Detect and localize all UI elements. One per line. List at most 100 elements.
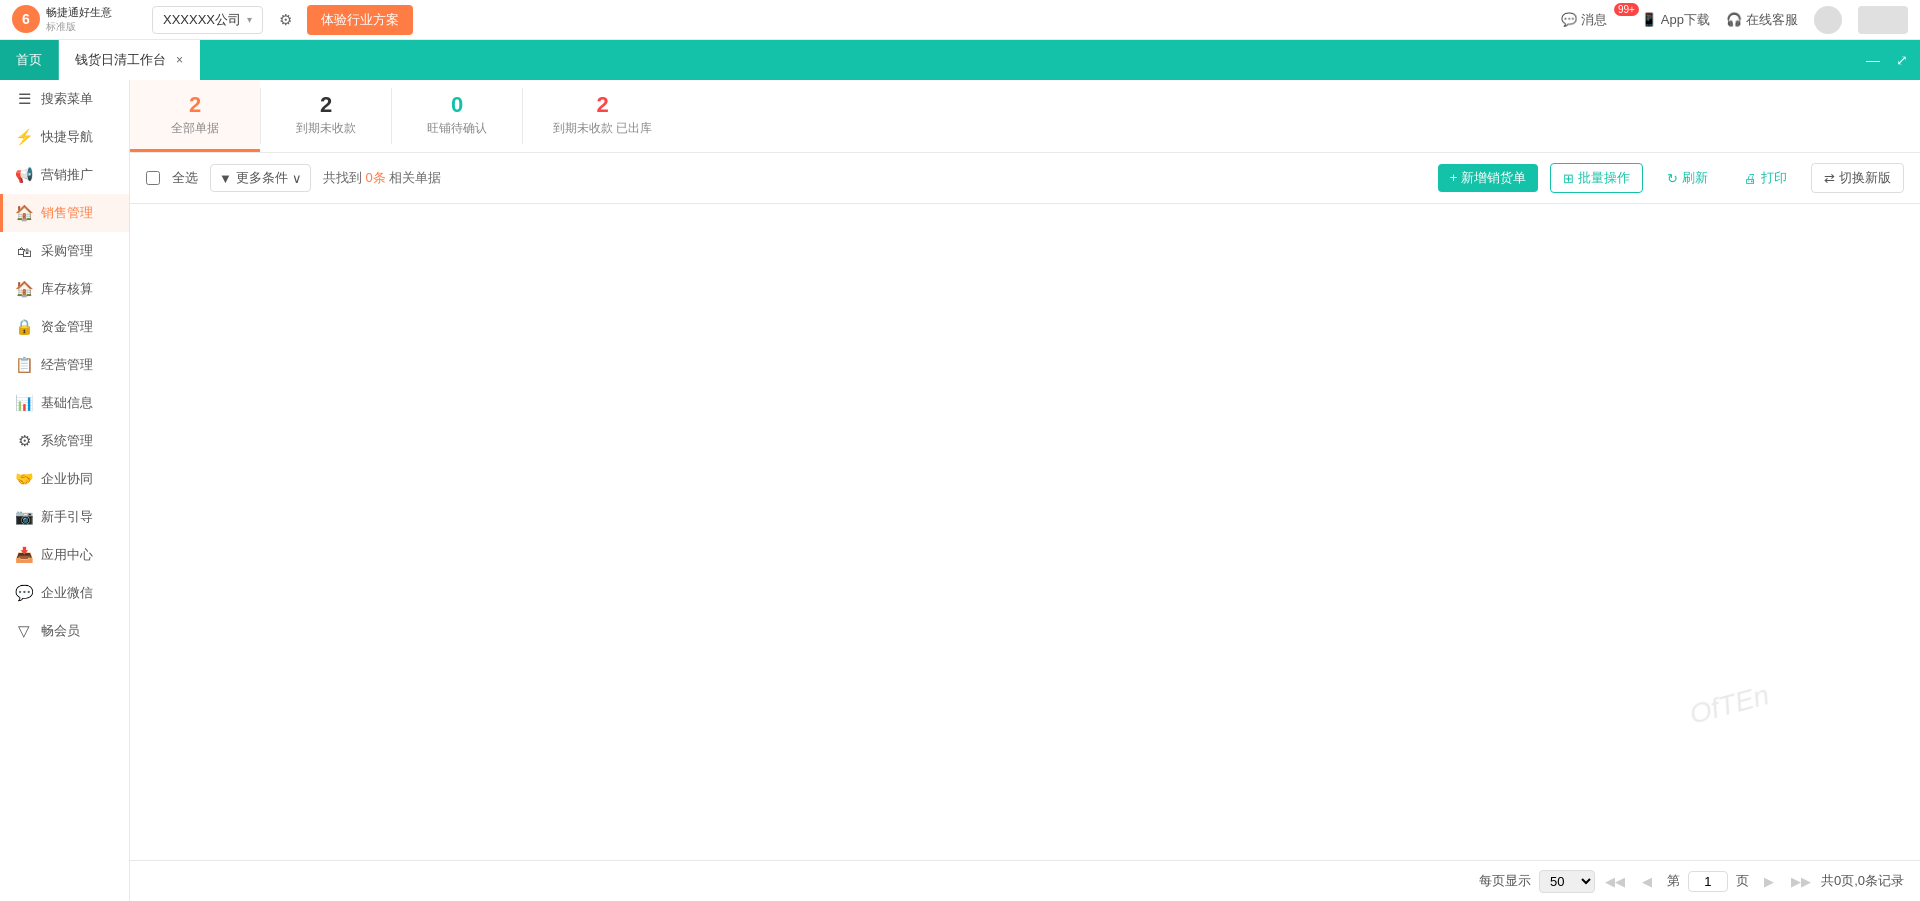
app-download-icon: 📱 (1641, 12, 1657, 27)
stat-label-overdue: 到期未收款 (296, 120, 356, 137)
basic-info-icon: 📊 (15, 394, 33, 412)
app-download-button[interactable]: 📱 App下载 (1641, 11, 1710, 29)
marketing-icon: 📢 (15, 166, 33, 184)
toolbar-right: + 新增销货单 ⊞ 批量操作 ↻ 刷新 🖨 打印 ⇄ 切换新版 (1438, 163, 1904, 193)
active-tab-label: 钱货日清工作台 (75, 51, 166, 69)
company-selector[interactable]: XXXXXX公司 ▾ (152, 6, 263, 34)
sidebar-item-finance[interactable]: 🔒 资金管理 (0, 308, 129, 346)
sales-icon: 🏠 (15, 204, 33, 222)
sidebar-label-marketing: 营销推广 (41, 166, 93, 184)
stat-tab-overdue[interactable]: 2 到期未收款 (261, 80, 391, 152)
sidebar-item-purchase[interactable]: 🛍 采购管理 (0, 232, 129, 270)
sidebar-item-wechat[interactable]: 💬 企业微信 (0, 574, 129, 612)
top-right-area: 💬 消息 99+ 📱 App下载 🎧 在线客服 (1561, 6, 1908, 34)
tab-daily-work[interactable]: 钱货日清工作台 × (59, 40, 200, 80)
per-page-select[interactable]: 50 20 100 (1539, 870, 1595, 893)
sidebar: ☰ 搜索菜单 ⚡ 快捷导航 📢 营销推广 🏠 销售管理 🛍 采购管理 🏠 库存核… (0, 80, 130, 901)
table-area (130, 204, 1920, 860)
trial-button[interactable]: 体验行业方案 (307, 5, 413, 35)
found-text: 共找到 0条 相关单据 (323, 169, 441, 187)
sidebar-item-app-center[interactable]: 📥 应用中心 (0, 536, 129, 574)
top-bar: 6 畅捷通好生意 标准版 XXXXXX公司 ▾ ⚙ 体验行业方案 💬 消息 99… (0, 0, 1920, 40)
last-page-button[interactable]: ▶▶ (1789, 869, 1813, 893)
search-menu-icon: ☰ (15, 90, 33, 108)
sidebar-label-finance: 资金管理 (41, 318, 93, 336)
sidebar-label-sales: 销售管理 (41, 204, 93, 222)
message-icon: 💬 (1561, 12, 1577, 27)
stat-label-all: 全部单据 (171, 120, 219, 137)
sidebar-item-basic-info[interactable]: 📊 基础信息 (0, 384, 129, 422)
operations-icon: 📋 (15, 356, 33, 374)
filter-button[interactable]: ▼ 更多条件 ∨ (210, 164, 311, 192)
total-records: 共0页,0条记录 (1821, 872, 1904, 890)
logo-area: 6 畅捷通好生意 标准版 (12, 5, 142, 33)
sidebar-item-cooperation[interactable]: 🤝 企业协同 (0, 460, 129, 498)
sidebar-item-sales[interactable]: 🏠 销售管理 (0, 194, 129, 232)
tab-navigation: 首页 钱货日清工作台 × — ⤢ (0, 40, 1920, 80)
home-tab-label: 首页 (16, 51, 42, 69)
system-icon: ⚙ (15, 432, 33, 450)
current-page-input[interactable] (1688, 871, 1728, 892)
filter-icon: ▼ (219, 171, 232, 186)
app-download-label: App下载 (1661, 11, 1710, 29)
sidebar-label-wechat: 企业微信 (41, 584, 93, 602)
filter-chevron-icon: ∨ (292, 171, 302, 186)
main-layout: ☰ 搜索菜单 ⚡ 快捷导航 📢 营销推广 🏠 销售管理 🛍 采购管理 🏠 库存核… (0, 80, 1920, 901)
sidebar-label-cooperation: 企业协同 (41, 470, 93, 488)
member-icon: ▽ (15, 622, 33, 640)
tab-minimize-icon[interactable]: — (1862, 48, 1884, 72)
sidebar-label-inventory: 库存核算 (41, 280, 93, 298)
pagination: 每页显示 50 20 100 ◀◀ ◀ 第 页 ▶ ▶▶ 共0页,0条记录 (130, 860, 1920, 901)
first-page-button[interactable]: ◀◀ (1603, 869, 1627, 893)
sidebar-item-inventory[interactable]: 🏠 库存核算 (0, 270, 129, 308)
sidebar-label-search-menu: 搜索菜单 (41, 90, 93, 108)
sidebar-label-guide: 新手引导 (41, 508, 93, 526)
prev-page-button[interactable]: ◀ (1635, 869, 1659, 893)
stat-num-all: 2 (189, 92, 201, 118)
online-service-label: 在线客服 (1746, 11, 1798, 29)
toolbar: 全选 ▼ 更多条件 ∨ 共找到 0条 相关单据 + 新增销货单 ⊞ 批量操作 ↻ (130, 153, 1920, 204)
message-button[interactable]: 💬 消息 99+ (1561, 11, 1625, 29)
batch-operation-button[interactable]: ⊞ 批量操作 (1550, 163, 1643, 193)
tab-close-icon[interactable]: × (176, 53, 183, 67)
cooperation-icon: 🤝 (15, 470, 33, 488)
refresh-button[interactable]: ↻ 刷新 (1655, 164, 1720, 192)
switch-new-version-button[interactable]: ⇄ 切换新版 (1811, 163, 1904, 193)
found-count: 0条 (366, 170, 386, 185)
tab-home[interactable]: 首页 (0, 40, 59, 80)
print-button[interactable]: 🖨 打印 (1732, 164, 1799, 192)
content-area: 2 全部单据 2 到期未收款 0 旺铺待确认 2 到期未收款 已出库 (130, 80, 1920, 901)
settings-button[interactable]: ⚙ (271, 6, 299, 34)
stats-container: 2 全部单据 2 到期未收款 0 旺铺待确认 2 到期未收款 已出库 (130, 80, 1920, 153)
stat-tab-all[interactable]: 2 全部单据 (130, 80, 260, 152)
inventory-icon: 🏠 (15, 280, 33, 298)
app-center-icon: 📥 (15, 546, 33, 564)
stat-tab-overdue-shipped[interactable]: 2 到期未收款 已出库 (523, 80, 682, 152)
select-all-checkbox[interactable] (146, 171, 160, 185)
sidebar-item-member[interactable]: ▽ 畅会员 (0, 612, 129, 650)
next-page-button[interactable]: ▶ (1757, 869, 1781, 893)
sidebar-item-quick-nav[interactable]: ⚡ 快捷导航 (0, 118, 129, 156)
chevron-down-icon: ▾ (247, 14, 252, 25)
select-all-label: 全选 (172, 169, 198, 187)
message-label: 消息 (1581, 11, 1607, 29)
avatar[interactable] (1814, 6, 1842, 34)
sidebar-label-app-center: 应用中心 (41, 546, 93, 564)
online-service-button[interactable]: 🎧 在线客服 (1726, 11, 1798, 29)
batch-icon: ⊞ (1563, 171, 1574, 186)
stat-tab-pending[interactable]: 0 旺铺待确认 (392, 80, 522, 152)
wechat-icon: 💬 (15, 584, 33, 602)
refresh-icon: ↻ (1667, 171, 1678, 186)
sidebar-item-system[interactable]: ⚙ 系统管理 (0, 422, 129, 460)
add-sales-order-button[interactable]: + 新增销货单 (1438, 164, 1538, 192)
tab-maximize-icon[interactable]: ⤢ (1892, 48, 1912, 72)
user-name-area[interactable] (1858, 6, 1908, 34)
print-icon: 🖨 (1744, 171, 1757, 186)
sidebar-label-basic-info: 基础信息 (41, 394, 93, 412)
sidebar-item-search-menu[interactable]: ☰ 搜索菜单 (0, 80, 129, 118)
page-label: 第 (1667, 872, 1680, 890)
sidebar-item-guide[interactable]: 📷 新手引导 (0, 498, 129, 536)
sidebar-item-operations[interactable]: 📋 经营管理 (0, 346, 129, 384)
sidebar-item-marketing[interactable]: 📢 营销推广 (0, 156, 129, 194)
logo-icon: 6 (12, 5, 40, 33)
